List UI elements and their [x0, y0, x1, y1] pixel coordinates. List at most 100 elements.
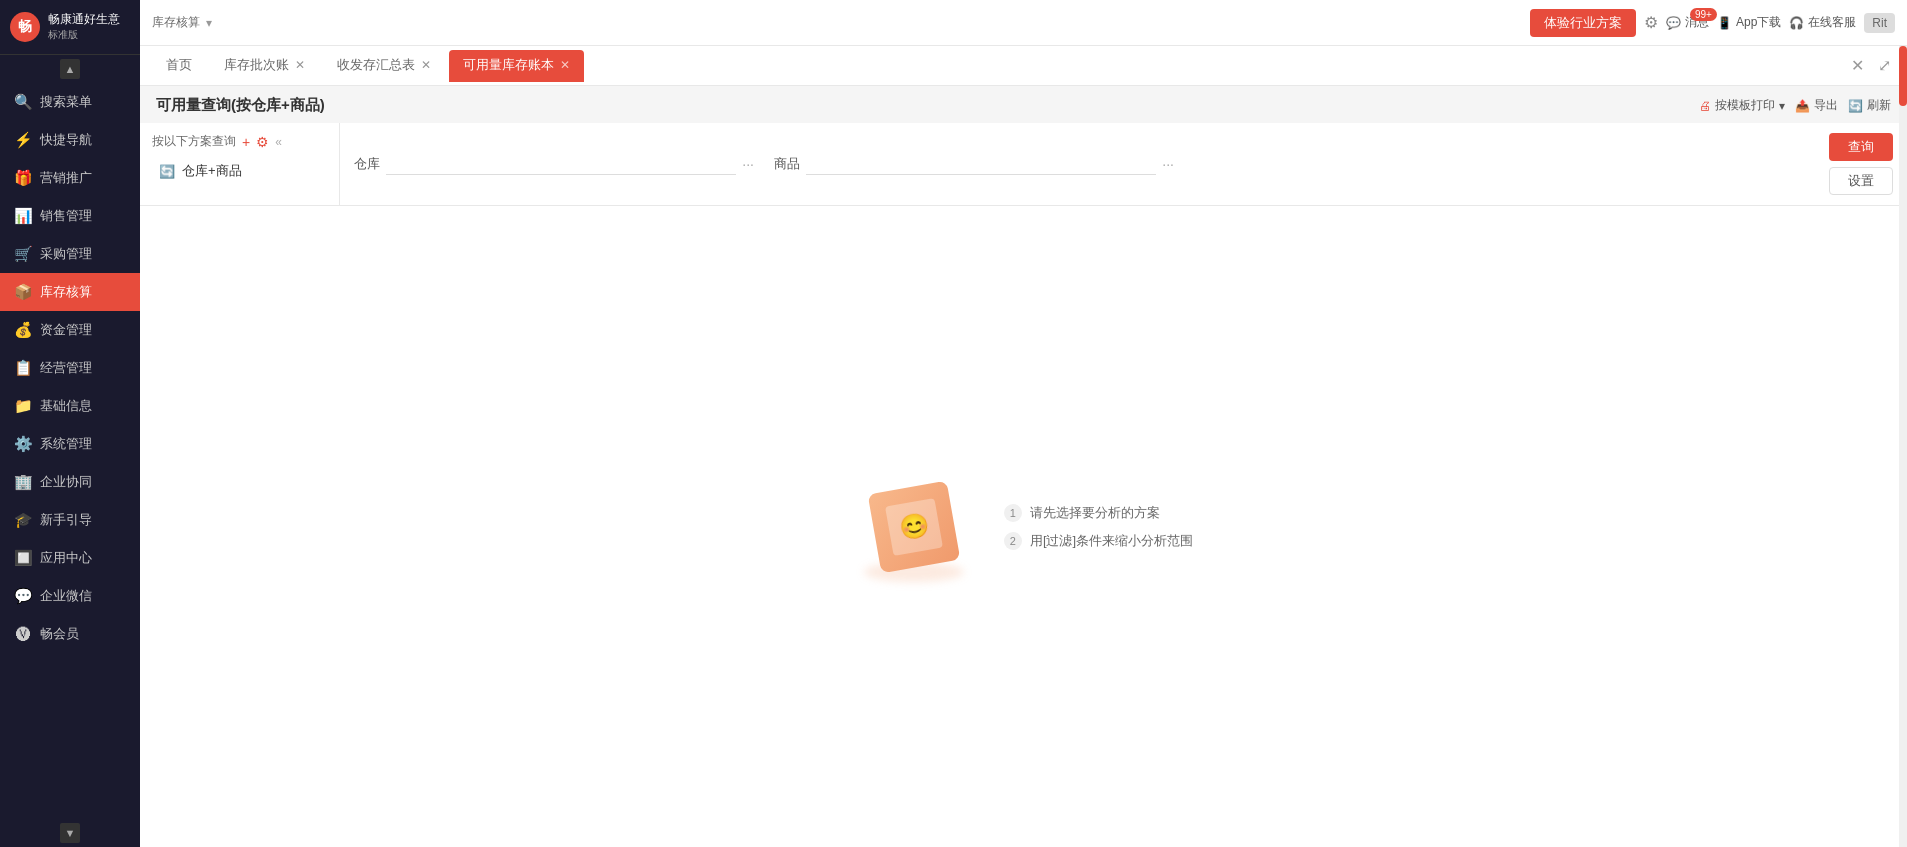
page-header: 可用量查询(按仓库+商品) 🖨 按模板打印 ▾ 📤 导出 🔄 刷新 [140, 86, 1907, 123]
print-btn[interactable]: 🖨 按模板打印 ▾ [1699, 97, 1785, 114]
sidebar-item-finance[interactable]: 💰 资金管理 [0, 311, 140, 349]
tip2-text: 用[过滤]条件来缩小分析范围 [1030, 532, 1193, 550]
sidebar-icon-appstore: 🔲 [14, 549, 32, 567]
header-gear-icon[interactable]: ⚙ [1644, 13, 1658, 32]
sidebar-label-sales: 销售管理 [40, 207, 92, 225]
tab-close-batch[interactable]: ✕ [295, 58, 305, 72]
query-filters: 仓库 ··· 商品 ··· 查询 设置 [340, 123, 1907, 205]
tab-close-window[interactable]: ✕ [1847, 54, 1868, 77]
tab-home[interactable]: 首页 [152, 50, 206, 82]
sidebar-item-system[interactable]: ⚙️ 系统管理 [0, 425, 140, 463]
sidebar-item-marketing[interactable]: 🎁 营销推广 [0, 159, 140, 197]
tab-batch[interactable]: 库存批次账✕ [210, 50, 319, 82]
add-scheme-btn[interactable]: + [242, 134, 250, 150]
empty-illustration: 😊 [854, 467, 974, 587]
collapse-schemes-btn[interactable]: « [275, 135, 282, 149]
page-header-actions: 🖨 按模板打印 ▾ 📤 导出 🔄 刷新 [1699, 97, 1891, 114]
sidebar-item-base[interactable]: 📁 基础信息 [0, 387, 140, 425]
sidebar-icon-member: 🅥 [14, 625, 32, 643]
sidebar-item-shortcut[interactable]: ⚡ 快捷导航 [0, 121, 140, 159]
tab-close-summary[interactable]: ✕ [421, 58, 431, 72]
tab-close-available[interactable]: ✕ [560, 58, 570, 72]
top-header: 库存核算 ▾ 体验行业方案 ⚙ 💬 消息 99+ 📱 App下载 🎧 在线客服 … [140, 0, 1907, 46]
sidebar-icon-system: ⚙️ [14, 435, 32, 453]
sidebar-icon-operations: 📋 [14, 359, 32, 377]
sidebar-icon-enterprise: 🏢 [14, 473, 32, 491]
sidebar-label-member: 畅会员 [40, 625, 79, 643]
tab-available[interactable]: 可用量库存账本 ✕ [449, 50, 584, 82]
breadcrumb-text: 库存核算 [152, 14, 200, 31]
main-area: 库存核算 ▾ 体验行业方案 ⚙ 💬 消息 99+ 📱 App下载 🎧 在线客服 … [140, 0, 1907, 847]
header-message[interactable]: 💬 消息 99+ [1666, 14, 1709, 31]
breadcrumb-chevron[interactable]: ▾ [206, 16, 212, 30]
sidebar-label-inventory: 库存核算 [40, 283, 92, 301]
sidebar-scroll-up[interactable]: ▲ [60, 59, 80, 79]
tab-label-available: 可用量库存账本 [463, 56, 554, 74]
tip2-num: 2 [1004, 532, 1022, 550]
sidebar-item-operations[interactable]: 📋 经营管理 [0, 349, 140, 387]
header-service[interactable]: 🎧 在线客服 [1789, 14, 1856, 31]
sidebar-item-enterprise[interactable]: 🏢 企业协同 [0, 463, 140, 501]
sidebar-item-search[interactable]: 🔍 搜索菜单 [0, 83, 140, 121]
query-action-buttons: 查询 设置 [1829, 133, 1893, 195]
export-icon: 📤 [1795, 99, 1810, 113]
sidebar-item-newbie[interactable]: 🎓 新手引导 [0, 501, 140, 539]
right-scrollbar[interactable] [1899, 46, 1907, 847]
goods-label: 商品 [774, 155, 800, 173]
sidebar-company-name: 畅康通好生意 [48, 12, 120, 28]
tab-summary[interactable]: 收发存汇总表✕ [323, 50, 445, 82]
sidebar-label-marketing: 营销推广 [40, 169, 92, 187]
app-icon: 📱 [1717, 16, 1732, 30]
export-label: 导出 [1814, 97, 1838, 114]
goods-more-btn[interactable]: ··· [1162, 156, 1174, 172]
empty-box: 😊 [868, 480, 961, 573]
sidebar-item-wechat[interactable]: 💬 企业微信 [0, 577, 140, 615]
sidebar-label-search: 搜索菜单 [40, 93, 92, 111]
query-submit-btn[interactable]: 查询 [1829, 133, 1893, 161]
warehouse-label: 仓库 [354, 155, 380, 173]
sidebar-item-appstore[interactable]: 🔲 应用中心 [0, 539, 140, 577]
sidebar-label-shortcut: 快捷导航 [40, 131, 92, 149]
scheme-item-label: 仓库+商品 [182, 162, 242, 180]
app-label: App下载 [1736, 14, 1781, 31]
empty-box-face: 😊 [885, 498, 943, 556]
refresh-btn[interactable]: 🔄 刷新 [1848, 97, 1891, 114]
goods-input[interactable] [806, 153, 1156, 175]
tip1-num: 1 [1004, 504, 1022, 522]
scheme-item-warehouse-goods[interactable]: 🔄 仓库+商品 [152, 158, 327, 184]
tab-bar: 首页库存批次账✕收发存汇总表✕ 可用量库存账本 ✕ ✕ ⤢ [140, 46, 1907, 86]
empty-tips: 1 请先选择要分析的方案 2 用[过滤]条件来缩小分析范围 [1004, 504, 1193, 550]
tab-maximize-window[interactable]: ⤢ [1874, 54, 1895, 77]
sidebar-item-member[interactable]: 🅥 畅会员 [0, 615, 140, 653]
page-content: 可用量查询(按仓库+商品) 🖨 按模板打印 ▾ 📤 导出 🔄 刷新 [140, 86, 1907, 847]
sidebar-item-inventory[interactable]: 📦 库存核算 [0, 273, 140, 311]
sidebar-item-purchase[interactable]: 🛒 采购管理 [0, 235, 140, 273]
header-breadcrumb: 库存核算 ▾ [152, 14, 1522, 31]
header-user[interactable]: Rit [1864, 13, 1895, 33]
empty-state: 😊 1 请先选择要分析的方案 2 用[过滤]条件来缩小分析范围 [140, 206, 1907, 847]
query-settings-btn[interactable]: 设置 [1829, 167, 1893, 195]
service-icon: 🎧 [1789, 16, 1804, 30]
service-label: 在线客服 [1808, 14, 1856, 31]
sidebar-icon-base: 📁 [14, 397, 32, 415]
sidebar-logo: 畅 [10, 12, 40, 42]
sidebar-scroll-down[interactable]: ▼ [60, 823, 80, 843]
header-app-download[interactable]: 📱 App下载 [1717, 14, 1781, 31]
scheme-item-icon: 🔄 [158, 162, 176, 180]
warehouse-input[interactable] [386, 153, 736, 175]
settings-scheme-btn[interactable]: ⚙ [256, 134, 269, 150]
query-scheme-title: 按以下方案查询 + ⚙ « [152, 133, 327, 150]
sidebar-version: 标准版 [48, 28, 120, 42]
sidebar-item-sales[interactable]: 📊 销售管理 [0, 197, 140, 235]
sidebar-icon-search: 🔍 [14, 93, 32, 111]
sidebar-icon-sales: 📊 [14, 207, 32, 225]
refresh-icon: 🔄 [1848, 99, 1863, 113]
user-name: Rit [1872, 16, 1887, 30]
sidebar-label-enterprise: 企业协同 [40, 473, 92, 491]
sidebar-header: 畅 畅康通好生意 标准版 [0, 0, 140, 55]
warehouse-more-btn[interactable]: ··· [742, 156, 754, 172]
warehouse-field: 仓库 ··· [354, 153, 754, 175]
export-btn[interactable]: 📤 导出 [1795, 97, 1838, 114]
sidebar-icon-inventory: 📦 [14, 283, 32, 301]
industry-btn[interactable]: 体验行业方案 [1530, 9, 1636, 37]
